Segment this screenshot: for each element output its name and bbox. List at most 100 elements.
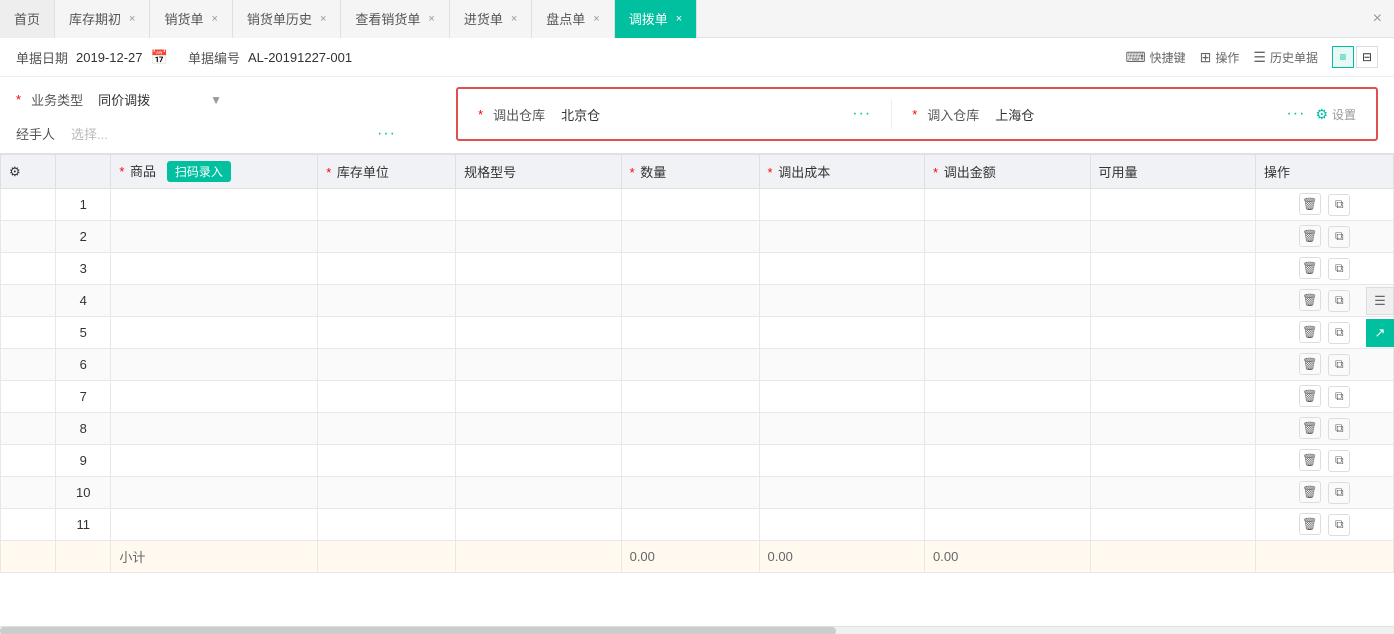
copy-btn-9[interactable]: ⧉ (1328, 450, 1350, 472)
tab-home[interactable]: 首页 (0, 0, 55, 38)
row-cost-1[interactable] (759, 189, 925, 221)
row-amount-8[interactable] (925, 413, 1091, 445)
handler-placeholder[interactable]: 选择... (71, 124, 108, 143)
shortcuts-button[interactable]: ⌨ 快捷键 (1125, 49, 1185, 66)
row-amount-11[interactable] (925, 509, 1091, 541)
row-cost-9[interactable] (759, 445, 925, 477)
row-cost-7[interactable] (759, 381, 925, 413)
row-spec-1[interactable] (456, 189, 622, 221)
row-qty-3[interactable] (621, 253, 759, 285)
warehouse-in-more-btn[interactable]: ··· (1286, 105, 1305, 123)
row-spec-8[interactable] (456, 413, 622, 445)
row-unit-5[interactable] (318, 317, 456, 349)
copy-btn-11[interactable]: ⧉ (1328, 514, 1350, 536)
row-cost-11[interactable] (759, 509, 925, 541)
delete-btn-7[interactable]: 🗑 (1299, 385, 1321, 407)
tab-inventory-close[interactable]: × (593, 13, 599, 25)
copy-btn-4[interactable]: ⧉ (1328, 290, 1350, 312)
row-cost-4[interactable] (759, 285, 925, 317)
row-spec-7[interactable] (456, 381, 622, 413)
row-amount-3[interactable] (925, 253, 1091, 285)
copy-btn-7[interactable]: ⧉ (1328, 386, 1350, 408)
row-product-8[interactable] (111, 413, 318, 445)
row-amount-6[interactable] (925, 349, 1091, 381)
row-qty-10[interactable] (621, 477, 759, 509)
scrollbar-track[interactable] (0, 626, 1394, 634)
tab-sales-order-close[interactable]: × (211, 13, 217, 25)
biz-type-dropdown[interactable]: 同价调拨 ▼ (91, 87, 229, 112)
delete-btn-2[interactable]: 🗑 (1299, 225, 1321, 247)
row-product-7[interactable] (111, 381, 318, 413)
row-qty-1[interactable] (621, 189, 759, 221)
row-qty-6[interactable] (621, 349, 759, 381)
window-close-button[interactable]: × (1361, 0, 1394, 38)
operations-button[interactable]: ⊞ 操作 (1200, 49, 1240, 66)
row-cost-10[interactable] (759, 477, 925, 509)
delete-btn-1[interactable]: 🗑 (1299, 193, 1321, 215)
row-spec-9[interactable] (456, 445, 622, 477)
row-cost-8[interactable] (759, 413, 925, 445)
row-product-3[interactable] (111, 253, 318, 285)
row-amount-9[interactable] (925, 445, 1091, 477)
copy-btn-1[interactable]: ⧉ (1328, 194, 1350, 216)
row-product-2[interactable] (111, 221, 318, 253)
col-header-gear[interactable]: ⚙ (1, 155, 56, 189)
row-product-4[interactable] (111, 285, 318, 317)
row-product-6[interactable] (111, 349, 318, 381)
row-unit-9[interactable] (318, 445, 456, 477)
tab-transfer-close[interactable]: × (676, 13, 682, 25)
row-qty-8[interactable] (621, 413, 759, 445)
row-unit-4[interactable] (318, 285, 456, 317)
copy-btn-3[interactable]: ⧉ (1328, 258, 1350, 280)
row-unit-6[interactable] (318, 349, 456, 381)
row-amount-2[interactable] (925, 221, 1091, 253)
row-unit-10[interactable] (318, 477, 456, 509)
row-qty-5[interactable] (621, 317, 759, 349)
tab-sales-order[interactable]: 销货单 × (150, 0, 232, 38)
row-spec-5[interactable] (456, 317, 622, 349)
row-qty-4[interactable] (621, 285, 759, 317)
delete-btn-3[interactable]: 🗑 (1299, 257, 1321, 279)
tab-inventory[interactable]: 盘点单 × (532, 0, 614, 38)
row-unit-1[interactable] (318, 189, 456, 221)
delete-btn-4[interactable]: 🗑 (1299, 289, 1321, 311)
row-spec-10[interactable] (456, 477, 622, 509)
copy-btn-5[interactable]: ⧉ (1328, 322, 1350, 344)
delete-btn-10[interactable]: 🗑 (1299, 481, 1321, 503)
row-amount-7[interactable] (925, 381, 1091, 413)
row-amount-10[interactable] (925, 477, 1091, 509)
row-qty-7[interactable] (621, 381, 759, 413)
delete-btn-8[interactable]: 🗑 (1299, 417, 1321, 439)
row-qty-9[interactable] (621, 445, 759, 477)
row-spec-11[interactable] (456, 509, 622, 541)
handler-more-btn[interactable]: ··· (377, 125, 396, 143)
tab-purchase-order-close[interactable]: × (511, 13, 517, 25)
delete-btn-5[interactable]: 🗑 (1299, 321, 1321, 343)
row-qty-11[interactable] (621, 509, 759, 541)
layout-btn-2[interactable]: ⊟ (1356, 46, 1378, 68)
row-unit-11[interactable] (318, 509, 456, 541)
tab-view-sales-close[interactable]: × (428, 13, 434, 25)
row-spec-6[interactable] (456, 349, 622, 381)
scan-button[interactable]: 扫码录入 (167, 161, 231, 182)
row-spec-4[interactable] (456, 285, 622, 317)
row-spec-3[interactable] (456, 253, 622, 285)
row-cost-6[interactable] (759, 349, 925, 381)
tab-transfer[interactable]: 调拨单 × (615, 0, 697, 38)
tab-stock-init-close[interactable]: × (129, 13, 135, 25)
delete-btn-9[interactable]: 🗑 (1299, 449, 1321, 471)
tab-stock-init[interactable]: 库存期初 × (55, 0, 150, 38)
row-amount-1[interactable] (925, 189, 1091, 221)
layout-btn-1[interactable]: ≡ (1332, 46, 1354, 68)
row-product-11[interactable] (111, 509, 318, 541)
side-external-btn[interactable]: ↗ (1366, 319, 1394, 347)
tab-purchase-order[interactable]: 进货单 × (450, 0, 532, 38)
row-unit-8[interactable] (318, 413, 456, 445)
row-unit-3[interactable] (318, 253, 456, 285)
row-amount-5[interactable] (925, 317, 1091, 349)
warehouse-out-more-btn[interactable]: ··· (852, 105, 871, 123)
row-qty-2[interactable] (621, 221, 759, 253)
delete-btn-6[interactable]: 🗑 (1299, 353, 1321, 375)
delete-btn-11[interactable]: 🗑 (1299, 513, 1321, 535)
row-unit-7[interactable] (318, 381, 456, 413)
